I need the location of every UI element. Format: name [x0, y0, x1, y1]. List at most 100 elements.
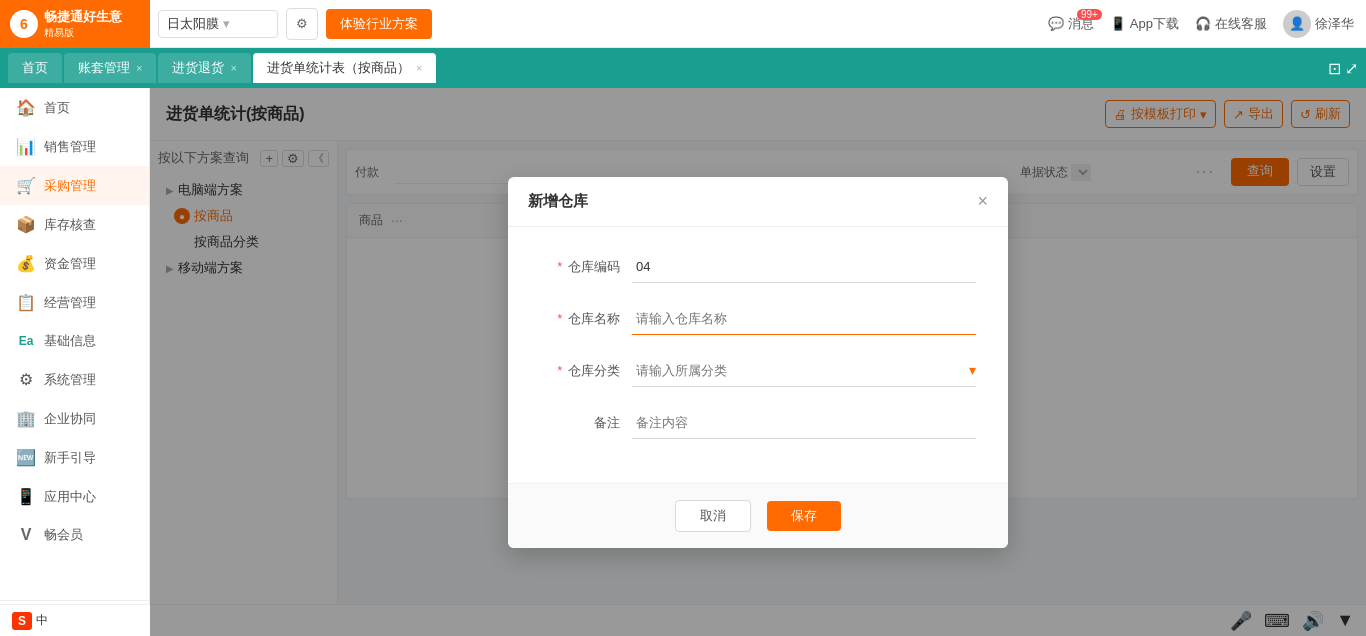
sidebar-item-guide[interactable]: 🆕 新手引导 — [0, 438, 149, 477]
sidebar-item-system[interactable]: ⚙ 系统管理 — [0, 360, 149, 399]
sidebar-item-basic[interactable]: Ea 基础信息 — [0, 322, 149, 360]
sidebar-item-appcenter-label: 应用中心 — [44, 488, 96, 506]
brand-name: 中 — [36, 612, 48, 629]
dialog-overlay: 新增仓库 × * 仓库编码 * — [150, 88, 1366, 636]
content-area: 进货单统计(按商品) 🖨 按模板打印 ▾ ↗ 导出 ↺ 刷新 — [150, 88, 1366, 636]
form-row-code: * 仓库编码 — [540, 251, 976, 283]
home-icon: 🏠 — [16, 98, 36, 117]
service-label: 在线客服 — [1215, 15, 1267, 33]
sidebar: 🏠 首页 📊 销售管理 🛒 采购管理 📦 库存核查 💰 资金管理 📋 经营管理 … — [0, 88, 150, 636]
sidebar-item-purchase-label: 采购管理 — [44, 177, 96, 195]
headset-icon: 🎧 — [1195, 16, 1211, 31]
top-header: 6 畅捷通好生意 精易版 日太阳膜 ▾ ⚙ 体验行业方案 💬 消息 99+ 📱 … — [0, 0, 1366, 48]
chevron-down-icon: ▾ — [223, 16, 230, 31]
tab-purchase-return-label: 进货退货 — [172, 59, 224, 77]
sidebar-item-inventory[interactable]: 📦 库存核查 — [0, 205, 149, 244]
tab-home-label: 首页 — [22, 59, 48, 77]
category-required-mark: * — [557, 363, 562, 378]
dialog-close-button[interactable]: × — [977, 191, 988, 212]
inventory-icon: 📦 — [16, 215, 36, 234]
store-selector[interactable]: 日太阳膜 ▾ — [158, 10, 278, 38]
sidebar-item-sales[interactable]: 📊 销售管理 — [0, 127, 149, 166]
sales-icon: 📊 — [16, 137, 36, 156]
sidebar-item-home[interactable]: 🏠 首页 — [0, 88, 149, 127]
online-service-button[interactable]: 🎧 在线客服 — [1195, 15, 1267, 33]
remark-label: 备注 — [540, 414, 620, 432]
dialog-body: * 仓库编码 * 仓库名称 — [508, 227, 1008, 483]
finance-icon: 💰 — [16, 254, 36, 273]
name-required-mark: * — [557, 311, 562, 326]
sidebar-item-vip[interactable]: V 畅会员 — [0, 516, 149, 554]
tab-expand-button[interactable]: ⤢ — [1345, 59, 1358, 78]
header-right: 💬 消息 99+ 📱 App下载 🎧 在线客服 👤 徐泽华 — [1048, 10, 1354, 38]
tab-accounts[interactable]: 账套管理 × — [64, 53, 156, 83]
purchase-icon: 🛒 — [16, 176, 36, 195]
store-name: 日太阳膜 — [167, 15, 219, 33]
category-label: * 仓库分类 — [540, 362, 620, 380]
form-row-category: * 仓库分类 ▾ — [540, 355, 976, 387]
vip-icon: V — [16, 526, 36, 544]
form-row-name: * 仓库名称 — [540, 303, 976, 335]
sidebar-item-operation[interactable]: 📋 经营管理 — [0, 283, 149, 322]
trial-button[interactable]: 体验行业方案 — [326, 9, 432, 39]
tab-bar: 首页 账套管理 × 进货退货 × 进货单统计表（按商品） × ⊡ ⤢ — [0, 48, 1366, 88]
avatar: 👤 — [1283, 10, 1311, 38]
category-dropdown-icon: ▾ — [969, 362, 976, 378]
logo-area: 6 畅捷通好生意 精易版 — [0, 0, 150, 48]
status-brand: S 中 — [12, 612, 48, 630]
sidebar-item-finance-label: 资金管理 — [44, 255, 96, 273]
logo-text: 畅捷通好生意 精易版 — [44, 8, 122, 40]
sidebar-item-system-label: 系统管理 — [44, 371, 96, 389]
sidebar-item-operation-label: 经营管理 — [44, 294, 96, 312]
new-warehouse-dialog: 新增仓库 × * 仓库编码 * — [508, 177, 1008, 548]
tab-purchase-stat-label: 进货单统计表（按商品） — [267, 59, 410, 77]
category-select-wrapper[interactable]: ▾ — [632, 355, 976, 387]
basic-icon: Ea — [16, 334, 36, 348]
message-badge: 99+ — [1077, 9, 1102, 20]
cancel-button[interactable]: 取消 — [675, 500, 751, 532]
code-input[interactable] — [632, 251, 976, 283]
sidebar-item-finance[interactable]: 💰 资金管理 — [0, 244, 149, 283]
tab-purchase-stat-close[interactable]: × — [416, 62, 422, 74]
user-name: 徐泽华 — [1315, 15, 1354, 33]
logo-icon: 6 — [10, 10, 38, 38]
guide-icon: 🆕 — [16, 448, 36, 467]
remark-input[interactable] — [632, 407, 976, 439]
sidebar-item-enterprise[interactable]: 🏢 企业协同 — [0, 399, 149, 438]
operation-icon: 📋 — [16, 293, 36, 312]
tab-purchase-stat[interactable]: 进货单统计表（按商品） × — [253, 53, 436, 83]
sidebar-item-guide-label: 新手引导 — [44, 449, 96, 467]
sidebar-item-basic-label: 基础信息 — [44, 332, 96, 350]
dialog-footer: 取消 保存 — [508, 483, 1008, 548]
appcenter-icon: 📱 — [16, 487, 36, 506]
system-icon: ⚙ — [16, 370, 36, 389]
sidebar-item-sales-label: 销售管理 — [44, 138, 96, 156]
tab-actions: ⊡ ⤢ — [1328, 59, 1358, 78]
name-input[interactable] — [632, 303, 976, 335]
tab-purchase-return-close[interactable]: × — [230, 62, 236, 74]
sidebar-item-home-label: 首页 — [44, 99, 70, 117]
sidebar-item-purchase[interactable]: 🛒 采购管理 — [0, 166, 149, 205]
tab-accounts-close[interactable]: × — [136, 62, 142, 74]
dialog-header: 新增仓库 × — [508, 177, 1008, 227]
settings-button[interactable]: ⚙ — [286, 8, 318, 40]
category-input[interactable] — [632, 363, 969, 378]
message-icon: 💬 — [1048, 16, 1064, 31]
app-download-label: App下载 — [1130, 15, 1179, 33]
sidebar-item-appcenter[interactable]: 📱 应用中心 — [0, 477, 149, 516]
dialog-title: 新增仓库 — [528, 192, 588, 211]
save-button[interactable]: 保存 — [767, 501, 841, 531]
phone-icon: 📱 — [1110, 16, 1126, 31]
tab-restore-button[interactable]: ⊡ — [1328, 59, 1341, 78]
form-row-remark: 备注 — [540, 407, 976, 439]
messages-button[interactable]: 💬 消息 99+ — [1048, 15, 1094, 33]
sidebar-item-vip-label: 畅会员 — [44, 526, 83, 544]
tab-purchase-return[interactable]: 进货退货 × — [158, 53, 250, 83]
user-profile-button[interactable]: 👤 徐泽华 — [1283, 10, 1354, 38]
enterprise-icon: 🏢 — [16, 409, 36, 428]
code-required-mark: * — [557, 259, 562, 274]
sidebar-item-enterprise-label: 企业协同 — [44, 410, 96, 428]
tab-home[interactable]: 首页 — [8, 53, 62, 83]
app-download-button[interactable]: 📱 App下载 — [1110, 15, 1179, 33]
brand-logo: S — [12, 612, 32, 630]
